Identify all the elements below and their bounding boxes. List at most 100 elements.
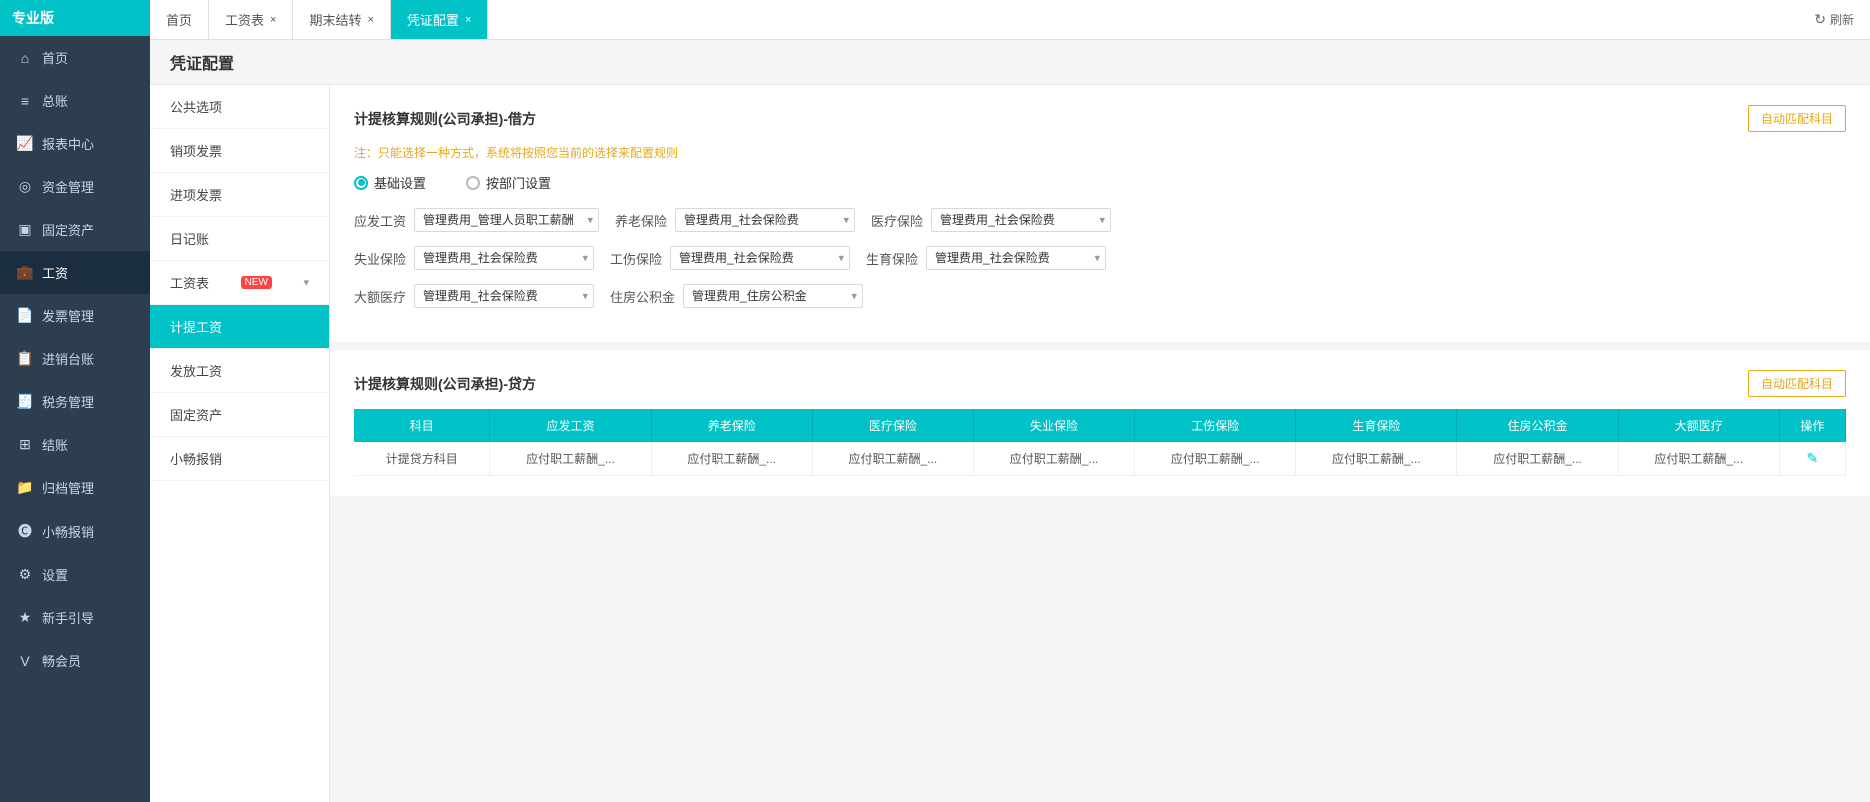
sidebar-item-label: 首页 [42, 48, 68, 67]
trade-icon: 📋 [16, 350, 34, 367]
subnav-fixed-assets[interactable]: 固定资产 [150, 393, 329, 437]
main-area: 首页 工资表 × 期末结转 × 凭证配置 × ↻ 刷新 凭证配置 公共选项 [150, 0, 1870, 802]
th-sybx: 失业保险 [973, 409, 1134, 442]
sidebar-item-invoices[interactable]: 📄 发票管理 [0, 294, 150, 337]
select-wrapper-gsbx: 管理费用_社会保险费 [670, 246, 850, 270]
select-gsbx[interactable]: 管理费用_社会保险费 [670, 246, 850, 270]
td-sybx: 应付职工薪酬_... [973, 442, 1134, 476]
debit-auto-match-button[interactable]: 自动匹配科目 [1748, 105, 1846, 132]
debit-section-title: 计提核算规则(公司承担)-借方 [354, 109, 536, 129]
sidebar-item-assets[interactable]: ▣ 固定资产 [0, 208, 150, 251]
tab-period-label: 期末结转 [309, 10, 361, 29]
radio-basic[interactable]: 基础设置 [354, 173, 426, 192]
tab-salary-label: 工资表 [225, 10, 264, 29]
sidebar-item-vip[interactable]: V 畅会员 [0, 639, 150, 682]
funds-icon: ◎ [16, 178, 34, 195]
tab-voucher-close-icon[interactable]: × [465, 14, 471, 26]
th-ylbx2: 医疗保险 [812, 409, 973, 442]
label-ylbx2: 医疗保险 [871, 211, 923, 230]
ledger-icon: ≡ [16, 93, 34, 109]
sidebar-item-salary[interactable]: 💼 工资 [0, 251, 150, 294]
select-zfgjj[interactable]: 管理费用_住房公积金 [683, 284, 863, 308]
debit-radio-group: 基础设置 按部门设置 [354, 173, 1846, 192]
select-sybx2[interactable]: 管理费用_社会保险费 [926, 246, 1106, 270]
sidebar-item-label: 工资 [42, 263, 68, 282]
select-wrapper-yfgz: 管理费用_管理人员职工薪酬 [414, 208, 599, 232]
radio-basic-label: 基础设置 [374, 173, 426, 192]
label-sybx2: 生育保险 [866, 249, 918, 268]
sidebar: 专业版 ⌂ 首页 ≡ 总账 📈 报表中心 ◎ 资金管理 ▣ 固定资产 💼 工资 … [0, 0, 150, 802]
subnav-journal[interactable]: 日记账 [150, 217, 329, 261]
tab-voucher-label: 凭证配置 [407, 10, 459, 29]
topbar: 首页 工资表 × 期末结转 × 凭证配置 × ↻ 刷新 [150, 0, 1870, 40]
sidebar-item-label: 小畅报销 [42, 522, 94, 541]
tab-home[interactable]: 首页 [150, 0, 209, 39]
sidebar-item-close[interactable]: ⊞ 结账 [0, 423, 150, 466]
tab-voucher-config[interactable]: 凭证配置 × [391, 0, 488, 39]
subnav-purchase-invoice[interactable]: 进项发票 [150, 173, 329, 217]
td-gsbx: 应付职工薪酬_... [1135, 442, 1296, 476]
credit-auto-match-button[interactable]: 自动匹配科目 [1748, 370, 1846, 397]
radio-department-circle [466, 176, 480, 190]
th-yfgz: 应发工资 [490, 409, 651, 442]
reports-icon: 📈 [16, 135, 34, 152]
sidebar-item-archive[interactable]: 📁 归档管理 [0, 466, 150, 509]
td-ylbx: 应付职工薪酬_... [651, 442, 812, 476]
select-wrapper-sybx2: 管理费用_社会保险费 [926, 246, 1106, 270]
select-ylbx2[interactable]: 管理费用_社会保险费 [931, 208, 1111, 232]
label-yfgz: 应发工资 [354, 211, 406, 230]
debit-section-header: 计提核算规则(公司承担)-借方 自动匹配科目 [354, 105, 1846, 132]
sidebar-item-tax[interactable]: 🧾 税务管理 [0, 380, 150, 423]
vip-icon: V [16, 653, 34, 669]
debit-form-row-2: 失业保险 管理费用_社会保险费 工伤保险 管理费用_社会保险费 [354, 246, 1846, 270]
tab-salary-close-icon[interactable]: × [270, 14, 276, 26]
new-badge: NEW [241, 276, 272, 289]
sidebar-item-xiaochang[interactable]: 🅒 小畅报销 [0, 509, 150, 553]
select-sybx[interactable]: 管理费用_社会保险费 [414, 246, 594, 270]
subnav-jiti-salary[interactable]: 计提工资 [150, 305, 329, 349]
sidebar-item-label: 报表中心 [42, 134, 94, 153]
content-area: 计提核算规则(公司承担)-借方 自动匹配科目 注：只能选择一种方式，系统将按照您… [330, 85, 1870, 802]
refresh-button[interactable]: ↻ 刷新 [1798, 11, 1870, 28]
th-zfgjj: 住房公积金 [1457, 409, 1618, 442]
sidebar-item-home[interactable]: ⌂ 首页 [0, 36, 150, 79]
radio-department[interactable]: 按部门设置 [466, 173, 551, 192]
sidebar-item-label: 资金管理 [42, 177, 94, 196]
sidebar-item-trade[interactable]: 📋 进销台账 [0, 337, 150, 380]
select-yfgz[interactable]: 管理费用_管理人员职工薪酬 [414, 208, 599, 232]
label-deyl: 大额医疗 [354, 287, 406, 306]
sub-nav: 公共选项 销项发票 进项发票 日记账 工资表 NEW ▾ 计提工资 发放工资 [150, 85, 330, 802]
subnav-public[interactable]: 公共选项 [150, 85, 329, 129]
refresh-icon: ↻ [1814, 11, 1826, 28]
sidebar-item-ledger[interactable]: ≡ 总账 [0, 79, 150, 122]
sidebar-item-label: 进销台账 [42, 349, 94, 368]
tab-period-close[interactable]: 期末结转 × [293, 0, 390, 39]
subnav-salary-table[interactable]: 工资表 NEW ▾ [150, 261, 329, 305]
sidebar-item-funds[interactable]: ◎ 资金管理 [0, 165, 150, 208]
debit-section: 计提核算规则(公司承担)-借方 自动匹配科目 注：只能选择一种方式，系统将按照您… [330, 85, 1870, 350]
edit-icon[interactable]: ✎ [1807, 450, 1819, 466]
subnav-pay-salary[interactable]: 发放工资 [150, 349, 329, 393]
sidebar-item-label: 总账 [42, 91, 68, 110]
select-deyl[interactable]: 管理费用_社会保险费 [414, 284, 594, 308]
select-wrapper-ylbx: 管理费用_社会保险费 [675, 208, 855, 232]
tab-home-label: 首页 [166, 10, 192, 29]
field-deyl: 大额医疗 管理费用_社会保险费 [354, 284, 594, 308]
table-row: 计提贷方科目 应付职工薪酬_... 应付职工薪酬_... 应付职工薪酬_... … [354, 442, 1846, 476]
sidebar-item-settings[interactable]: ⚙ 设置 [0, 553, 150, 596]
tab-period-close-icon[interactable]: × [367, 14, 373, 26]
sidebar-item-reports[interactable]: 📈 报表中心 [0, 122, 150, 165]
td-action[interactable]: ✎ [1779, 442, 1845, 476]
subnav-xiaochang-reimbursement[interactable]: 小畅报销 [150, 437, 329, 481]
credit-table: 科目 应发工资 养老保险 医疗保险 失业保险 工伤保险 生育保险 住房公积金 大… [354, 409, 1846, 476]
label-gsbx: 工伤保险 [610, 249, 662, 268]
sidebar-item-label: 发票管理 [42, 306, 94, 325]
sidebar-item-guide[interactable]: ★ 新手引导 [0, 596, 150, 639]
select-ylbx[interactable]: 管理费用_社会保险费 [675, 208, 855, 232]
tab-salary-table[interactable]: 工资表 × [209, 0, 293, 39]
refresh-label: 刷新 [1830, 11, 1854, 28]
invoices-icon: 📄 [16, 307, 34, 324]
sidebar-item-label: 结账 [42, 435, 68, 454]
field-zfgjj: 住房公积金 管理费用_住房公积金 [610, 284, 863, 308]
subnav-sales-invoice[interactable]: 销项发票 [150, 129, 329, 173]
